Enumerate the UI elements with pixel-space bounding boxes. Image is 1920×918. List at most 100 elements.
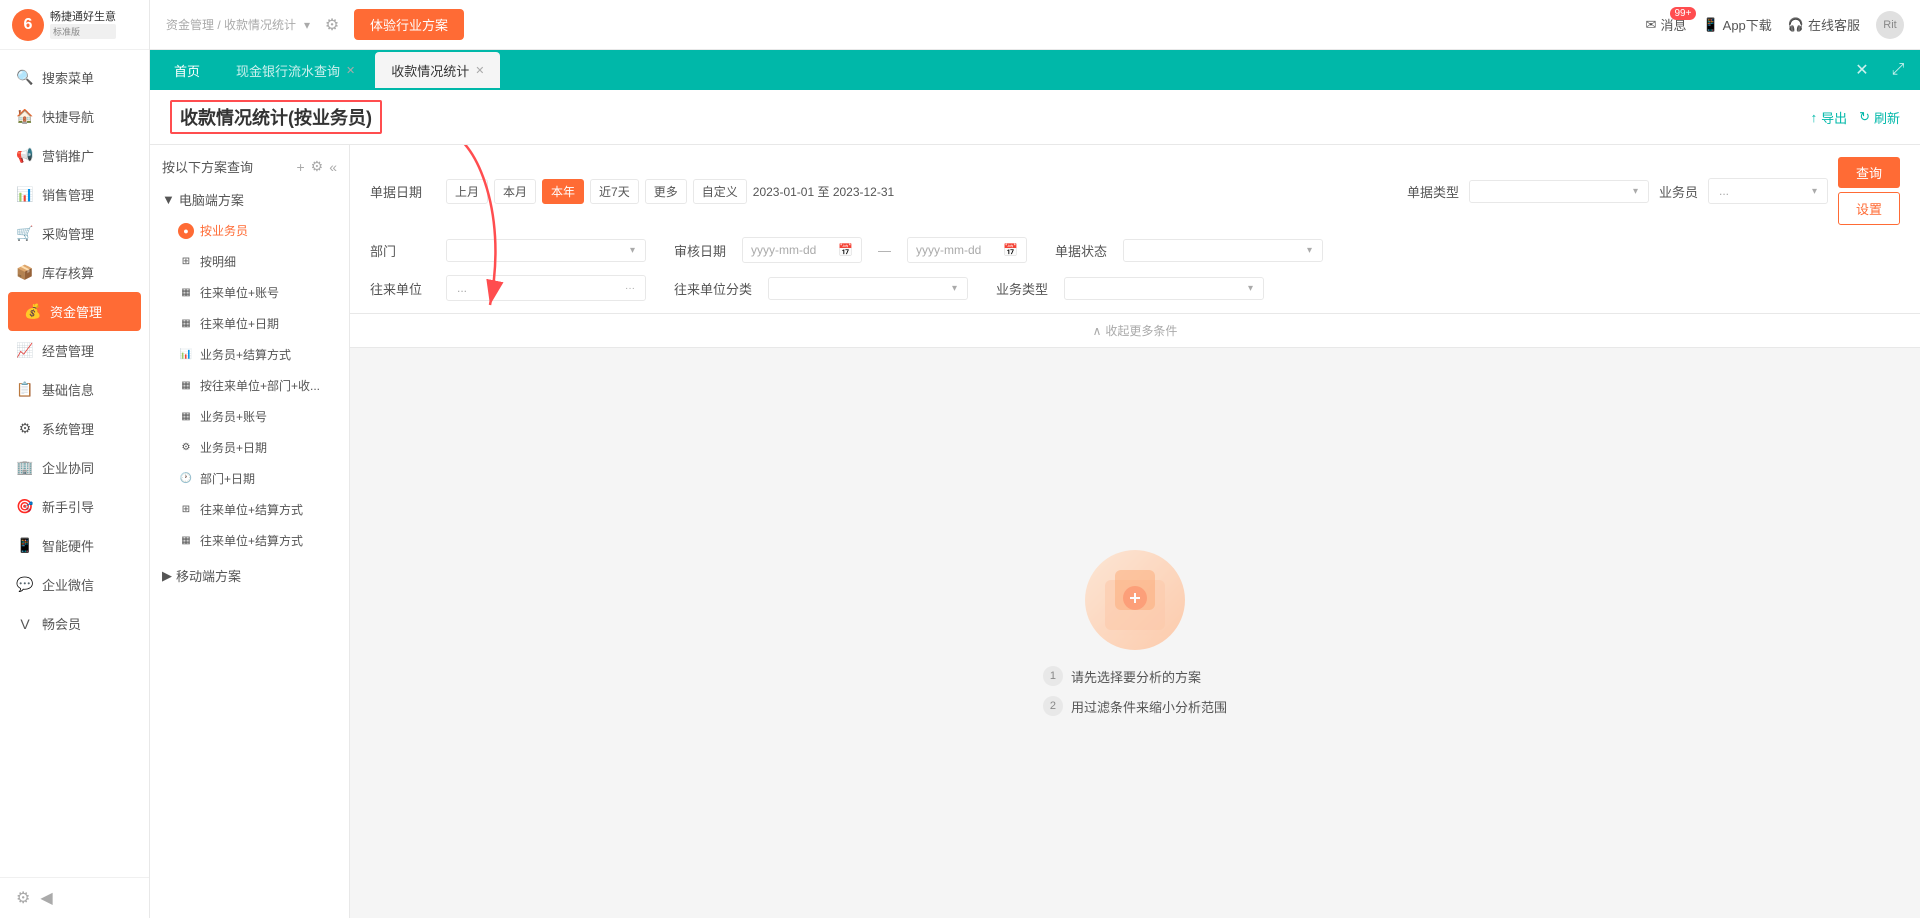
scheme-group-desktop-title[interactable]: ▼ 电脑端方案 [150, 184, 349, 215]
client-cat-select[interactable]: ▾ [768, 277, 968, 300]
scheme-settings-icon[interactable]: ⚙ [311, 158, 324, 175]
scheme-item-salesman-payment[interactable]: 📊 业务员+结算方式 [150, 339, 349, 370]
voucher-type-select[interactable]: ▾ [1469, 180, 1649, 203]
topbar: 资金管理 / 收款情况统计 ▾ ⚙ 体验行业方案 ✉ 消息 99+ 📱 App下… [150, 0, 1920, 50]
basic-info-icon: 📋 [16, 381, 34, 399]
app-label: App下载 [1723, 15, 1772, 34]
scheme-item-client-payment2[interactable]: ▦ 往来单位+结算方式 [150, 525, 349, 556]
filter-row-3: 往来单位 ... ··· 往来单位分类 ▾ 业务类型 ▾ [370, 275, 1900, 301]
scheme-item-client-date[interactable]: ▦ 往来单位+日期 [150, 308, 349, 339]
close-window-icon[interactable]: ✕ [1848, 56, 1876, 84]
date-btn-custom[interactable]: 自定义 [693, 179, 747, 204]
sidebar-item-guide[interactable]: 🎯 新手引导 [0, 487, 149, 526]
date-btn-more[interactable]: 更多 [645, 179, 687, 204]
sidebar-item-label: 搜索菜单 [42, 68, 94, 87]
scheme-group-mobile-title[interactable]: ▶ 移动端方案 [150, 560, 349, 591]
sidebar-item-wechat[interactable]: 💬 企业微信 [0, 565, 149, 604]
logo-icon: 6 [12, 9, 44, 41]
date-btn-this-month[interactable]: 本月 [494, 179, 536, 204]
salesman-payment-scheme-icon: 📊 [178, 347, 194, 363]
user-avatar[interactable]: Rit [1876, 11, 1904, 39]
settings-bottom-icon[interactable]: ⚙ [16, 888, 30, 908]
tab-bank-flow[interactable]: 现金银行流水查询 ✕ [220, 52, 371, 88]
collapse-sidebar-icon[interactable]: ◀ [40, 888, 52, 908]
page-header: 收款情况统计(按业务员) ↑ 导出 ↻ 刷新 [150, 90, 1920, 145]
app-download-button[interactable]: 📱 App下载 [1702, 15, 1771, 34]
tab-receipt-stat-close[interactable]: ✕ [475, 64, 484, 77]
sidebar: 6 畅捷通好生意 标准版 🔍 搜索菜单 🏠 快捷导航 📢 营销推广 📊 销售管理… [0, 0, 150, 918]
sidebar-item-capital[interactable]: 💰 资金管理 [8, 292, 141, 331]
client-select[interactable]: ... ··· [446, 275, 646, 301]
scheme-item-client-dept-receipt[interactable]: ▦ 按往来单位+部门+收... [150, 370, 349, 401]
trial-button[interactable]: 体验行业方案 [354, 9, 464, 40]
date-btn-7days[interactable]: 近7天 [590, 179, 639, 204]
content-area: 按以下方案查询 + ⚙ « ▼ 电脑端方案 ● 按业务员 ⊞ [150, 145, 1920, 918]
sidebar-item-search-menu[interactable]: 🔍 搜索菜单 [0, 58, 149, 97]
set-button[interactable]: 设置 [1838, 192, 1900, 225]
scheme-item-dept-date[interactable]: 🕐 部门+日期 [150, 463, 349, 494]
sidebar-item-basic-info[interactable]: 📋 基础信息 [0, 370, 149, 409]
detail-scheme-icon: ⊞ [178, 254, 194, 270]
right-panel: 单据日期 上月 本月 本年 近7天 更多 自定义 2023-01-01 至 20… [350, 145, 1920, 918]
member-icon: V [16, 615, 34, 633]
sidebar-item-member[interactable]: V 畅会员 [0, 604, 149, 643]
inventory-icon: 📦 [16, 264, 34, 282]
sidebar-item-system[interactable]: ⚙ 系统管理 [0, 409, 149, 448]
sidebar-item-smart-hw[interactable]: 📱 智能硬件 [0, 526, 149, 565]
tab-bank-flow-close[interactable]: ✕ [346, 64, 355, 77]
export-button[interactable]: ↑ 导出 [1811, 108, 1848, 127]
add-scheme-icon[interactable]: + [296, 159, 304, 175]
scheme-item-salesman-account[interactable]: ▦ 业务员+账号 [150, 401, 349, 432]
sidebar-item-quick-nav[interactable]: 🏠 快捷导航 [0, 97, 149, 136]
sidebar-item-label: 企业微信 [42, 575, 94, 594]
sidebar-nav: 🔍 搜索菜单 🏠 快捷导航 📢 营销推广 📊 销售管理 🛒 采购管理 📦 库存核… [0, 50, 149, 877]
collapse-more-conditions[interactable]: ∧ 收起更多条件 [350, 314, 1920, 348]
topbar-left: 资金管理 / 收款情况统计 ▾ ⚙ 体验行业方案 [166, 9, 1634, 40]
sidebar-item-inventory[interactable]: 📦 库存核算 [0, 253, 149, 292]
salesman-date-scheme-icon: ⚙ [178, 440, 194, 456]
review-date-end-input[interactable]: yyyy-mm-dd 📅 [907, 237, 1027, 263]
scheme-item-salesman-date[interactable]: ⚙ 业务员+日期 [150, 432, 349, 463]
dept-select[interactable]: ▾ [446, 239, 646, 262]
scheme-item-by-salesman[interactable]: ● 按业务员 [150, 215, 349, 246]
topbar-gear-icon[interactable]: ⚙ [318, 11, 346, 39]
empty-tips: 1 请先选择要分析的方案 2 用过滤条件来缩小分析范围 [1043, 666, 1227, 716]
biz-type-select[interactable]: ▾ [1064, 277, 1264, 300]
sidebar-item-sales[interactable]: 📊 销售管理 [0, 175, 149, 214]
scheme-item-client-account[interactable]: ▦ 往来单位+账号 [150, 277, 349, 308]
sidebar-item-operations[interactable]: 📈 经营管理 [0, 331, 149, 370]
client-placeholder: ... [457, 281, 625, 295]
customer-service-button[interactable]: 🎧 在线客服 [1788, 15, 1860, 34]
calendar-start-icon[interactable]: 📅 [838, 243, 853, 257]
query-button[interactable]: 查询 [1838, 157, 1900, 188]
topbar-dropdown-icon[interactable]: ▾ [304, 18, 310, 32]
client-cat-arrow-icon: ▾ [952, 283, 957, 294]
maximize-window-icon[interactable]: ⤢ [1884, 56, 1912, 84]
date-btn-last-month[interactable]: 上月 [446, 179, 488, 204]
scheme-group-mobile: ▶ 移动端方案 [150, 560, 349, 591]
refresh-button[interactable]: ↻ 刷新 [1859, 108, 1900, 127]
sidebar-item-marketing[interactable]: 📢 营销推广 [0, 136, 149, 175]
collapse-panel-icon[interactable]: « [329, 159, 337, 175]
breadcrumb: 资金管理 / 收款情况统计 [166, 16, 296, 33]
sidebar-item-enterprise[interactable]: 🏢 企业协同 [0, 448, 149, 487]
voucher-status-select[interactable]: ▾ [1123, 239, 1323, 262]
sidebar-bottom: ⚙ ◀ [0, 877, 149, 918]
date-btn-this-year[interactable]: 本年 [542, 179, 584, 204]
salesman-select[interactable]: ... ▾ [1708, 178, 1828, 204]
date-options: 上月 本月 本年 近7天 更多 自定义 2023-01-01 至 2023-12… [446, 179, 894, 204]
export-label: 导出 [1821, 108, 1847, 127]
sidebar-item-label: 销售管理 [42, 185, 94, 204]
scheme-item-by-detail[interactable]: ⊞ 按明细 [150, 246, 349, 277]
scheme-item-client-payment1[interactable]: ⊞ 往来单位+结算方式 [150, 494, 349, 525]
tab-home[interactable]: 首页 [158, 52, 216, 88]
scheme-item-label: 业务员+账号 [200, 408, 267, 425]
date-label: 单据日期 [370, 182, 430, 201]
sidebar-item-label: 营销推广 [42, 146, 94, 165]
message-button[interactable]: ✉ 消息 99+ [1646, 15, 1687, 34]
collapse-arrow-icon: ∧ [1093, 324, 1102, 338]
sidebar-item-purchase[interactable]: 🛒 采购管理 [0, 214, 149, 253]
review-date-start-input[interactable]: yyyy-mm-dd 📅 [742, 237, 862, 263]
calendar-end-icon[interactable]: 📅 [1003, 243, 1018, 257]
tab-receipt-stat[interactable]: 收款情况统计 ✕ [375, 52, 500, 88]
